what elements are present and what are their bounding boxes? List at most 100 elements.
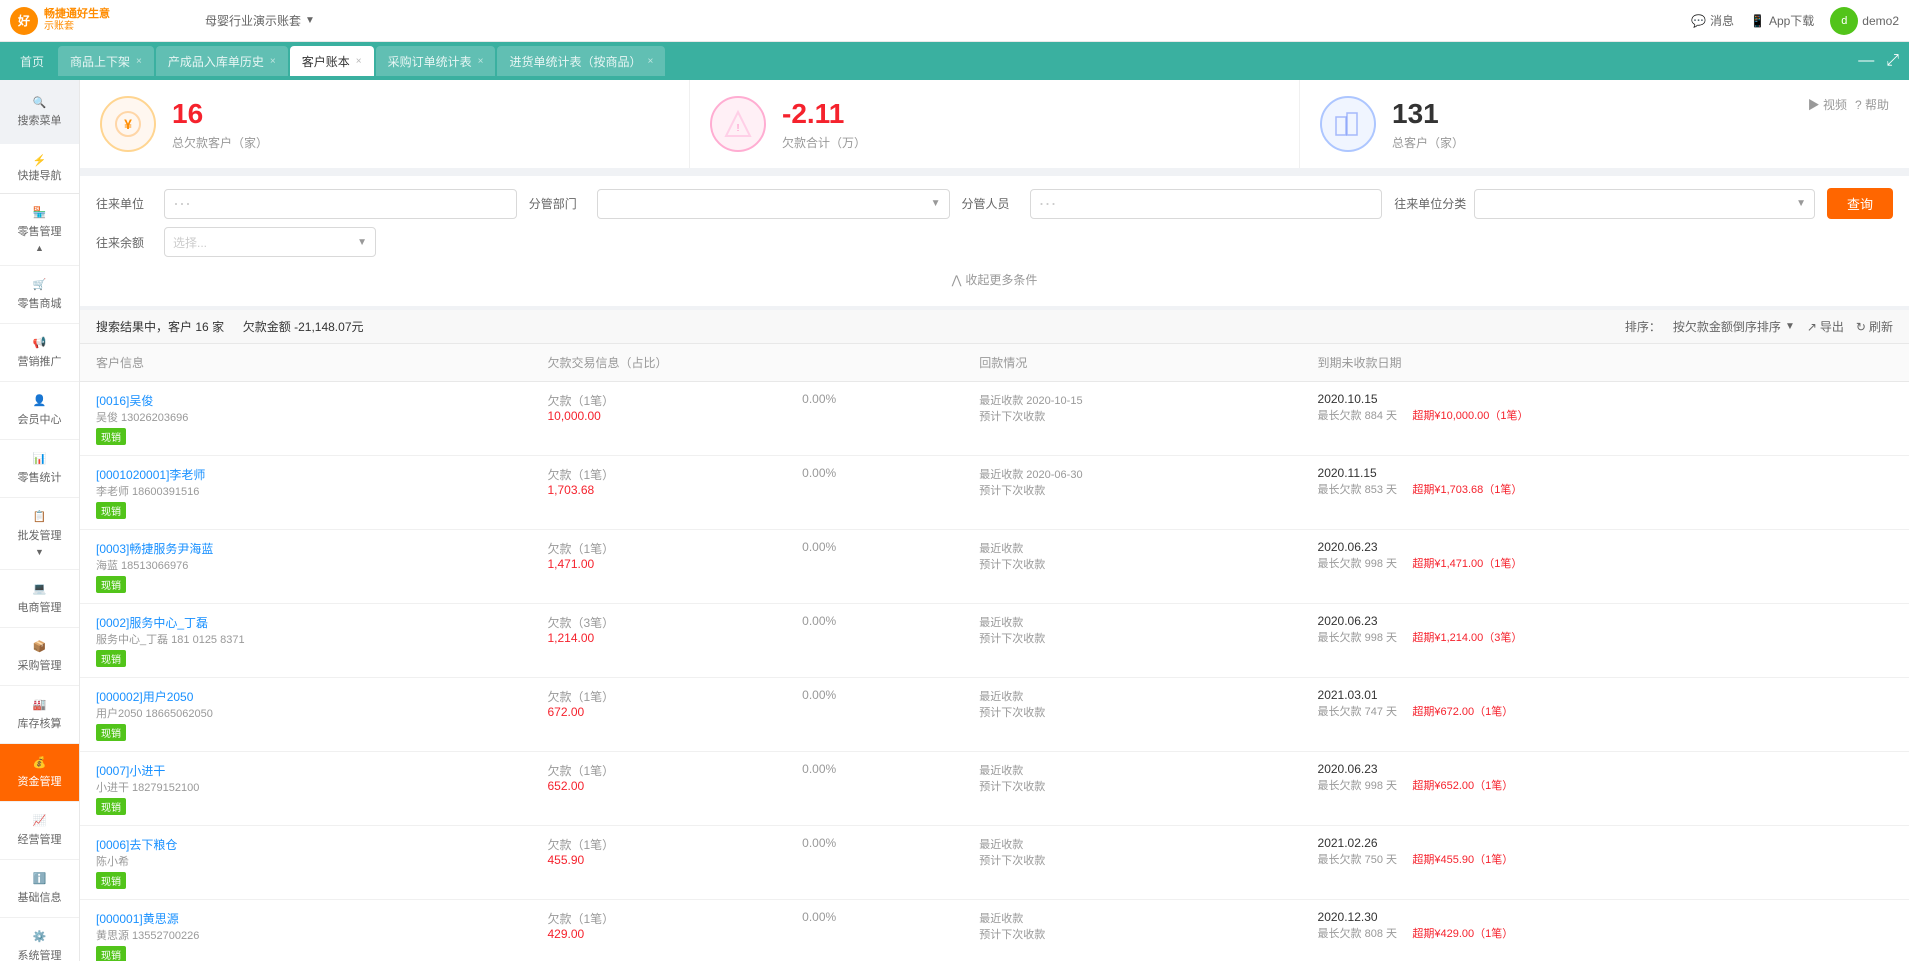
help-btn[interactable]: ? 帮助 [1855,96,1889,113]
cell-collection-2: 最近收款 预计下次收款 [963,530,1301,604]
customer-name-2[interactable]: [0003]畅捷服务尹海蓝 [96,540,515,557]
overdue-amount-4[interactable]: 超期¥672.00（1笔） [1412,706,1513,718]
logo-text: 畅捷通好生意 [44,8,110,21]
sidebar-item-basic-info[interactable]: ℹ️ 基础信息 [0,860,79,918]
next-collection-1: 预计下次收款 [979,482,1285,498]
refresh-label: 刷新 [1869,318,1893,335]
search-button[interactable]: 查询 [1827,188,1893,219]
tab-product-history-close[interactable]: × [270,56,276,67]
overdue-amount-2[interactable]: 超期¥1,471.00（1笔） [1412,558,1522,570]
from-unit-input[interactable]: ··· [164,189,517,219]
customer-name-7[interactable]: [000001]黄思源 [96,910,515,927]
cell-customer-info-1: [0001020001]李老师 李老师 18600391516 现销 [80,456,531,530]
person-input[interactable]: ··· [1030,189,1383,219]
last-collection-7: 最近收款 [979,910,1285,926]
debt-amount-3[interactable]: 1,214.00 [547,631,762,645]
collapse-btn[interactable]: ⋀ 收起更多条件 [96,265,1893,294]
sidebar-item-finance[interactable]: 💰 资金管理 [0,744,79,802]
debt-amount-2[interactable]: 1,471.00 [547,557,762,571]
customer-name-4[interactable]: [000002]用户2050 [96,688,515,705]
tab-product-history[interactable]: 产成品入库单历史 × [156,46,288,76]
logo-icon: 好 [10,7,38,35]
finance-icon: 💰 [33,756,47,769]
search-menu-btn[interactable]: 🔍 搜索菜单 [8,88,71,136]
sidebar-item-sys-mgmt[interactable]: ⚙️ 系统管理 [0,918,79,961]
debt-count-3: 欠款（3笔） [547,614,762,631]
dept-select[interactable]: ▼ [597,189,950,219]
export-btn[interactable]: ↗ 导出 [1807,318,1844,335]
overdue-amount-0[interactable]: 超期¥10,000.00（1笔） [1412,410,1528,422]
overdue-amount-3[interactable]: 超期¥1,214.00（3笔） [1412,632,1522,644]
customer-name-0[interactable]: [0016]吴俊 [96,392,515,409]
marketing-label: 营销推广 [18,353,62,369]
tab-purchase-order[interactable]: 采购订单统计表 × [376,46,496,76]
debt-amount-4[interactable]: 672.00 [547,705,762,719]
customer-name-3[interactable]: [0002]服务中心_丁磊 [96,614,515,631]
sidebar-item-retail-stats[interactable]: 📊 零售统计 [0,440,79,498]
view-btn[interactable]: ▶ 视频 [1808,96,1847,113]
cell-debt-pct-7: 0.00% [778,900,963,961]
tab-minimize-btn[interactable]: — [1856,50,1876,72]
search-icon: 🔍 [33,96,47,109]
debt-amount-0[interactable]: 10,000.00 [547,409,762,423]
sidebar-item-ecommerce[interactable]: 💻 电商管理 [0,570,79,628]
sidebar-item-operations[interactable]: 📈 经营管理 [0,802,79,860]
sidebar-item-purchase-mgmt[interactable]: 📦 采购管理 [0,628,79,686]
debt-amount-5[interactable]: 652.00 [547,779,762,793]
cell-debt-pct-1: 0.00% [778,456,963,530]
tab-customer-account[interactable]: 客户账本 × [290,46,374,76]
customer-name-5[interactable]: [0007]小进干 [96,762,515,779]
from-unit-dots: ··· [173,193,191,214]
sidebar-item-quick-nav[interactable]: ⚡ 快捷导航 [0,144,79,194]
debt-amount-1[interactable]: 1,703.68 [547,483,762,497]
sort-select[interactable]: 按欠款金额倒序排序 ▼ [1673,318,1795,335]
finance-label: 资金管理 [18,773,62,789]
main-wrapper: ¥ 16 总欠款客户（家） ! -2.11 欠款合计（万） [80,80,1909,961]
message-btn[interactable]: 💬 消息 [1691,12,1734,29]
cell-due-date-7: 2020.12.30 最长欠款 808 天 超期¥429.00（1笔） [1302,900,1909,961]
sidebar-item-retail-mgmt[interactable]: 🏪 零售管理 ▲ [0,194,79,266]
filter-dept: 分管部门 ▼ [529,189,950,219]
tab-purchase-order-close[interactable]: × [478,56,484,67]
tab-product-status[interactable]: 商品上下架 × [58,46,154,76]
balance-label: 往来余额 [96,234,156,251]
search-menu-label: 搜索菜单 [18,112,62,128]
refresh-btn[interactable]: ↻ 刷新 [1856,318,1893,335]
overdue-info-0: 最长欠款 884 天 超期¥10,000.00（1笔） [1318,406,1893,423]
tab-purchase-stats[interactable]: 进货单统计表（按商品） × [497,46,665,76]
debt-amount-7[interactable]: 429.00 [547,927,762,941]
customer-name-1[interactable]: [0001020001]李老师 [96,466,515,483]
tab-purchase-stats-close[interactable]: × [647,56,653,67]
overdue-info-5: 最长欠款 998 天 超期¥652.00（1笔） [1318,776,1893,793]
sidebar-item-member[interactable]: 👤 会员中心 [0,382,79,440]
stat-content-debt-customers: 16 总欠款客户（家） [172,98,268,151]
overdue-amount-5[interactable]: 超期¥652.00（1笔） [1412,780,1513,792]
last-collection-5: 最近收款 [979,762,1285,778]
user-area[interactable]: d demo2 [1830,7,1899,35]
sidebar-item-marketing[interactable]: 📢 营销推广 [0,324,79,382]
overdue-amount-1[interactable]: 超期¥1,703.68（1笔） [1412,484,1522,496]
result-customer-unit: 家 [212,320,224,334]
due-date-1: 2020.11.15 [1318,466,1893,480]
sidebar-item-inventory[interactable]: 🏭 库存核算 [0,686,79,744]
debt-customers-label: 总欠款客户（家） [172,134,268,151]
tab-home[interactable]: 首页 [8,46,56,76]
company-selector[interactable]: 母婴行业演示账套 ▼ [205,12,1691,29]
app-download-btn[interactable]: 📱 App下载 [1750,12,1814,29]
balance-select[interactable]: 选择... ▼ [164,227,376,257]
customer-name-6[interactable]: [0006]去下粮仓 [96,836,515,853]
overdue-amount-7[interactable]: 超期¥429.00（1笔） [1412,928,1513,940]
tab-product-status-close[interactable]: × [136,56,142,67]
balance-chevron: ▼ [357,237,367,248]
cell-due-date-2: 2020.06.23 最长欠款 998 天 超期¥1,471.00（1笔） [1302,530,1909,604]
debt-amount-6[interactable]: 455.90 [547,853,762,867]
sys-mgmt-icon: ⚙️ [33,930,47,943]
sidebar-item-retail-mall[interactable]: 🛒 零售商城 [0,266,79,324]
customer-tag-2: 现销 [96,576,126,593]
tab-bar-actions: — ⤢ [1856,50,1901,72]
tab-customer-account-close[interactable]: × [356,56,362,67]
tab-maximize-btn[interactable]: ⤢ [1884,50,1901,72]
overdue-amount-6[interactable]: 超期¥455.90（1笔） [1412,854,1513,866]
sidebar-item-batch-mgmt[interactable]: 📋 批发管理 ▼ [0,498,79,570]
unit-category-select[interactable]: ▼ [1474,189,1815,219]
